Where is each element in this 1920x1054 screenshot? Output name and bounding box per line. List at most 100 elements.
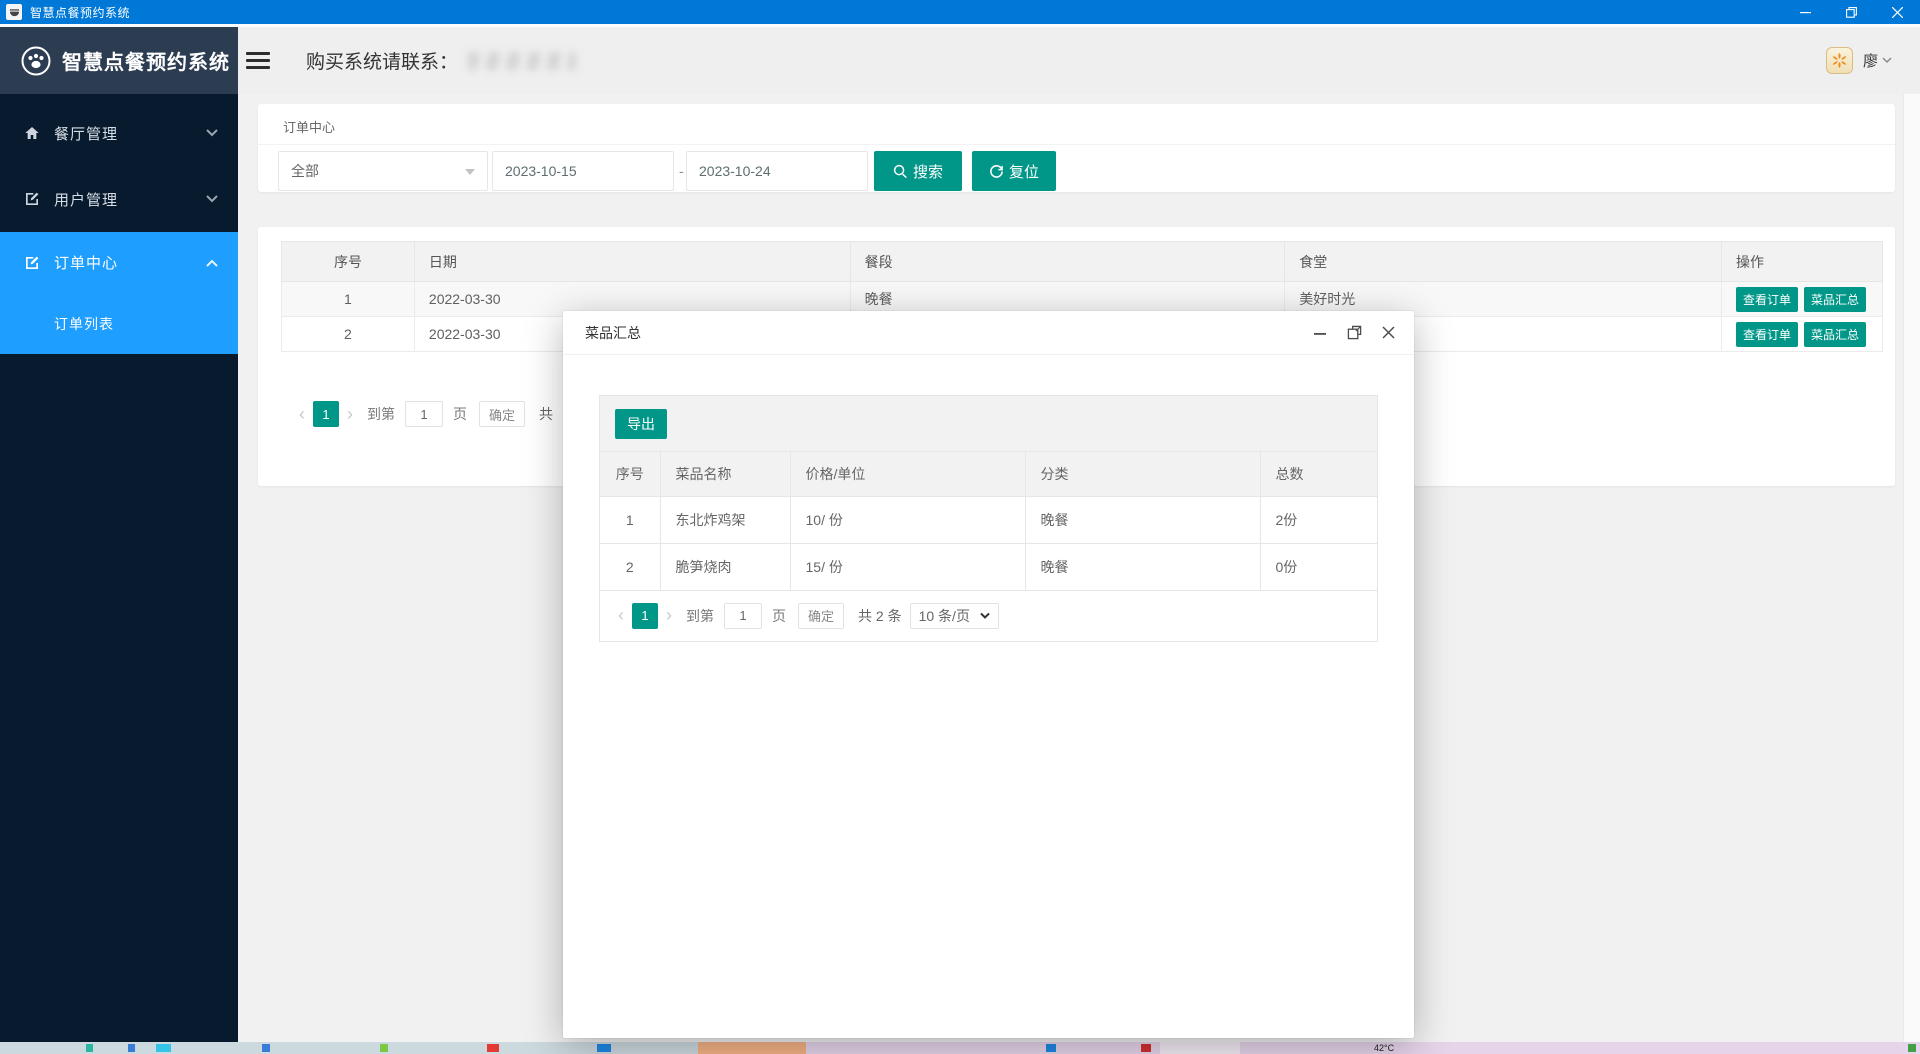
- sidebar-item-restaurant[interactable]: 餐厅管理: [0, 100, 238, 166]
- section-title: 订单中心: [283, 120, 336, 135]
- goto-confirm-button[interactable]: 确定: [798, 602, 845, 629]
- col-seq: 序号: [600, 452, 661, 497]
- edit-icon: [26, 192, 39, 205]
- prev-page-icon[interactable]: ‹: [291, 404, 313, 425]
- modal-minimize-button[interactable]: [1310, 323, 1330, 343]
- category-select[interactable]: 全部: [278, 151, 488, 191]
- date-start-input[interactable]: 2023-10-15: [492, 151, 674, 191]
- date-end-input[interactable]: 2023-10-24: [686, 151, 868, 191]
- cell-price: 15/ 份: [790, 543, 1026, 591]
- reset-button-label: 复位: [1008, 163, 1039, 181]
- orders-header-row: 序号 日期 餐段 食堂 操作: [281, 241, 1884, 282]
- desktop-segment: [0, 1042, 698, 1054]
- col-price-unit: 价格/单位: [790, 452, 1026, 497]
- chevron-down-icon: [206, 195, 218, 203]
- contact-label: 购买系统请联系：: [306, 52, 459, 73]
- scrollbar-track[interactable]: [1903, 94, 1920, 1042]
- date-range-separator: -: [679, 163, 684, 179]
- current-page[interactable]: 1: [313, 401, 339, 427]
- sidebar-item-users[interactable]: 用户管理: [0, 166, 238, 232]
- dishes-pagination: ‹ 1 › 到第 页 确定 共 2 条 10 条/页: [600, 591, 1377, 641]
- chevron-down-icon: [980, 612, 990, 619]
- cell-actions: 查看订单 菜品汇总: [1720, 281, 1884, 317]
- modal-expand-button[interactable]: [1344, 323, 1364, 343]
- dish-summary-button[interactable]: 菜品汇总: [1804, 321, 1867, 347]
- topbar: 购买系统请联系： 廖: [238, 27, 1920, 94]
- desktop-fragment: [156, 1044, 171, 1052]
- next-page-icon[interactable]: ›: [339, 404, 361, 425]
- goto-page-input[interactable]: [724, 602, 762, 629]
- prev-page-icon[interactable]: ‹: [610, 605, 632, 626]
- modal-header: 菜品汇总: [563, 311, 1414, 355]
- goto-page-input[interactable]: [405, 401, 443, 427]
- per-page-select[interactable]: 10 条/页: [909, 602, 999, 629]
- search-button-label: 搜索: [912, 163, 943, 181]
- modal-table-panel: 导出 序号 菜品名称 价格/单位 分类 总数 1 东北炸鸡架 10/ 份 晚餐 …: [599, 395, 1378, 642]
- desktop-strip: 42°C: [0, 1042, 1920, 1054]
- cell-seq: 1: [600, 496, 661, 544]
- chevron-down-icon: [1882, 57, 1892, 64]
- sidebar-item-label: 用户管理: [54, 191, 119, 209]
- sidebar-subitem-order-list[interactable]: 订单列表: [0, 293, 238, 354]
- goto-label: 到第: [367, 406, 395, 422]
- page-unit-label: 页: [453, 406, 467, 422]
- sidebar-item-label: 餐厅管理: [54, 125, 119, 143]
- desktop-fragment: [262, 1044, 270, 1052]
- cell-actions: 查看订单 菜品汇总: [1720, 316, 1884, 352]
- view-order-button[interactable]: 查看订单: [1735, 286, 1798, 312]
- cell-seq: 1: [281, 281, 415, 317]
- desktop-segment: [1160, 1042, 1240, 1054]
- goto-confirm-button[interactable]: 确定: [479, 401, 526, 427]
- col-total: 总数: [1260, 452, 1377, 497]
- desktop-fragment: [487, 1044, 499, 1052]
- modal-title: 菜品汇总: [585, 324, 641, 341]
- next-page-icon[interactable]: ›: [658, 605, 680, 626]
- total-label: 共: [539, 406, 554, 422]
- search-button[interactable]: 搜索: [874, 151, 962, 191]
- col-category: 分类: [1025, 452, 1261, 497]
- col-seq: 序号: [281, 241, 415, 282]
- modal-toolbar: 导出: [600, 396, 1377, 452]
- window-title: 智慧点餐预约系统: [30, 5, 131, 20]
- os-titlebar: 智慧点餐预约系统: [0, 0, 1920, 24]
- cell-dish-name: 脆笋烧肉: [660, 543, 791, 591]
- select-caret-icon: [465, 169, 475, 175]
- current-page[interactable]: 1: [632, 602, 658, 629]
- desktop-segment: [698, 1042, 806, 1054]
- sidebar-subitem-label: 订单列表: [54, 315, 114, 332]
- user-name: 廖: [1862, 53, 1878, 70]
- window-minimize-button[interactable]: [1782, 0, 1828, 24]
- sidebar-item-orders[interactable]: 订单中心: [0, 232, 238, 293]
- date-end-value: 2023-10-24: [699, 163, 771, 179]
- brand-text: 智慧点餐预约系统: [62, 52, 230, 74]
- export-button[interactable]: 导出: [615, 408, 667, 439]
- cell-category: 晚餐: [1025, 543, 1261, 591]
- dish-summary-button[interactable]: 菜品汇总: [1804, 286, 1867, 312]
- menu-toggle-icon[interactable]: [246, 52, 270, 69]
- app-icon: [6, 4, 22, 20]
- cell-dish-name: 东北炸鸡架: [660, 496, 791, 544]
- sidebar: 智慧点餐预约系统 餐厅管理 用户管理 订单中心 订单列表: [0, 27, 238, 1042]
- sidebar-item-label: 订单中心: [54, 255, 119, 272]
- col-meal: 餐段: [849, 241, 1286, 282]
- refresh-icon: [990, 164, 1003, 178]
- view-order-button[interactable]: 查看订单: [1735, 321, 1798, 347]
- table-row: 2 脆笋烧肉 15/ 份 晚餐 0份: [600, 543, 1377, 591]
- sidebar-brand: 智慧点餐预约系统: [0, 27, 238, 94]
- dishes-header-row: 序号 菜品名称 价格/单位 分类 总数: [600, 452, 1377, 497]
- reset-button[interactable]: 复位: [972, 151, 1056, 191]
- cell-seq: 2: [600, 543, 661, 591]
- chevron-up-icon: [206, 259, 218, 267]
- col-canteen: 食堂: [1284, 241, 1722, 282]
- home-icon: [25, 127, 39, 139]
- edit-icon: [26, 256, 39, 269]
- window-restore-button[interactable]: [1828, 0, 1874, 24]
- col-actions: 操作: [1720, 241, 1884, 282]
- desktop-fragment: [1141, 1044, 1151, 1052]
- desktop-fragment: [1908, 1044, 1916, 1052]
- window-close-button[interactable]: [1874, 0, 1920, 24]
- modal-close-button[interactable]: [1378, 323, 1398, 343]
- per-page-value: 10 条/页: [918, 607, 970, 624]
- total-count-label: 共 2 条: [858, 607, 902, 624]
- user-menu[interactable]: 廖: [1825, 47, 1892, 74]
